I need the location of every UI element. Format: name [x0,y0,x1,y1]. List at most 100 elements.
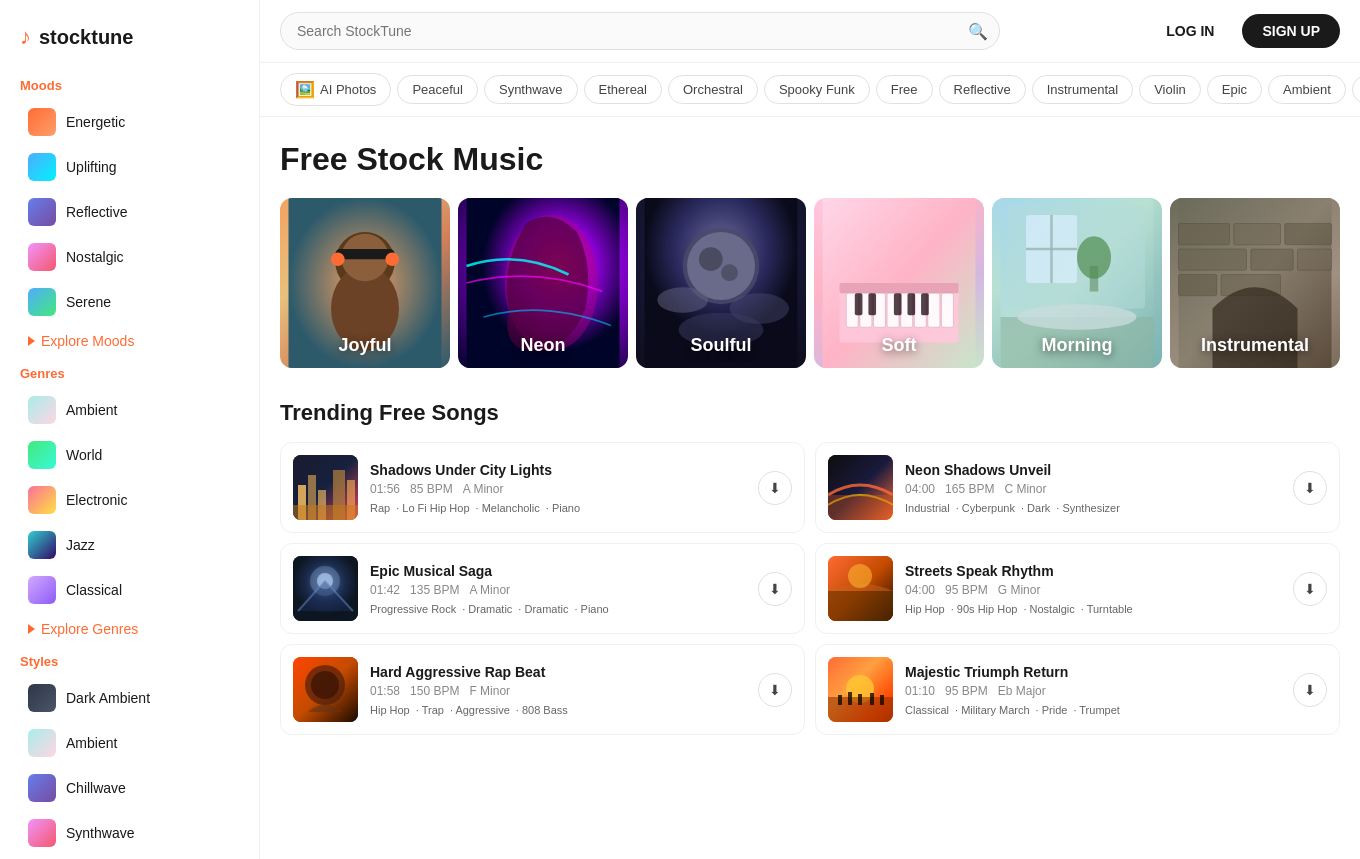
song-title: Shadows Under City Lights [370,462,746,478]
filter-tab-synthwave[interactable]: Synthwave [484,75,578,104]
sidebar-item-classical[interactable]: Classical [8,568,251,612]
svg-rect-43 [1179,224,1230,245]
song-tags: Progressive Rock · Dramatic · Dramatic ·… [370,603,746,615]
chillwave-icon [28,774,56,802]
svg-rect-49 [1179,275,1217,296]
mood-card-soulful[interactable]: Soulful [636,198,806,368]
svg-rect-57 [293,505,358,520]
svg-point-12 [699,247,723,271]
song-bpm: 95 BPM [945,583,988,597]
sidebar-item-label: Ambient [66,735,117,751]
sidebar-item-nostalgic[interactable]: Nostalgic [8,235,251,279]
song-thumb-hard-rap [293,657,358,722]
sidebar-item-label: Ambient [66,402,117,418]
download-button-shadows-city[interactable]: ⬇ [758,471,792,505]
filter-tab-violin[interactable]: Violin [1139,75,1201,104]
explore-genres-link[interactable]: Explore Genres [8,613,251,645]
serene-icon [28,288,56,316]
song-info-majestic: Majestic Triumph Return 01:10 95 BPM Eb … [905,664,1281,716]
song-tag: · Lo Fi Hip Hop [396,502,469,514]
sidebar-item-jazz[interactable]: Jazz [8,523,251,567]
mood-card-morning[interactable]: Morning [992,198,1162,368]
song-tag: Rap [370,502,390,514]
song-meta: 04:00 165 BPM C Minor [905,482,1281,496]
song-card-neon-shadows[interactable]: Neon Shadows Unveil 04:00 165 BPM C Mino… [815,442,1340,533]
svg-point-39 [1077,236,1111,279]
song-card-epic-musical[interactable]: Epic Musical Saga 01:42 135 BPM A Minor … [280,543,805,634]
filter-tab-instrumental[interactable]: Instrumental [1032,75,1134,104]
svg-point-41 [1018,304,1137,330]
sidebar: ♪ stocktune Moods Energetic Uplifting Re… [0,0,260,859]
song-tag: · Dark [1021,502,1050,514]
filter-tab-free[interactable]: Free [876,75,933,104]
song-title: Streets Speak Rhythm [905,563,1281,579]
download-button-streets-rhythm[interactable]: ⬇ [1293,572,1327,606]
svg-rect-27 [942,293,954,327]
synthwave-icon [28,819,56,847]
song-thumb-streets-rhythm [828,556,893,621]
filter-tab-ethereal[interactable]: Ethereal [584,75,662,104]
song-tag: · Pride [1036,704,1068,716]
sidebar-item-electronic[interactable]: Electronic [8,478,251,522]
filter-tab-peaceful[interactable]: Peaceful [397,75,478,104]
filter-tab-ambient[interactable]: Ambient [1268,75,1346,104]
song-bpm: 95 BPM [945,684,988,698]
sidebar-item-serene[interactable]: Serene [8,280,251,324]
search-input[interactable] [280,12,1000,50]
download-button-neon-shadows[interactable]: ⬇ [1293,471,1327,505]
mood-card-neon[interactable]: Neon [458,198,628,368]
song-bpm: 165 BPM [945,482,994,496]
song-info-neon-shadows: Neon Shadows Unveil 04:00 165 BPM C Mino… [905,462,1281,514]
mood-card-joyful[interactable]: Joyful [280,198,450,368]
sidebar-item-label: Dark Ambient [66,690,150,706]
svg-rect-75 [870,693,874,705]
song-info-epic-musical: Epic Musical Saga 01:42 135 BPM A Minor … [370,563,746,615]
song-tags: Classical · Military March · Pride · Tru… [905,704,1281,716]
sidebar-item-world[interactable]: World [8,433,251,477]
sidebar-item-ambient[interactable]: Ambient [8,388,251,432]
mood-card-soft[interactable]: Soft [814,198,984,368]
filter-tab-spooky-funk[interactable]: Spooky Funk [764,75,870,104]
ai-photos-emoji: 🖼️ [295,80,315,99]
filter-tab-epic[interactable]: Epic [1207,75,1262,104]
song-thumb-majestic [828,657,893,722]
download-button-epic-musical[interactable]: ⬇ [758,572,792,606]
filter-tab-chillwave[interactable]: Chillwave [1352,75,1360,104]
sidebar-item-ambient-style[interactable]: Ambient [8,721,251,765]
filter-tab-reflective[interactable]: Reflective [939,75,1026,104]
login-button[interactable]: LOG IN [1150,15,1230,47]
song-card-streets-rhythm[interactable]: Streets Speak Rhythm 04:00 95 BPM G Mino… [815,543,1340,634]
jazz-icon [28,531,56,559]
song-title: Epic Musical Saga [370,563,746,579]
download-button-majestic[interactable]: ⬇ [1293,673,1327,707]
sidebar-item-label: Reflective [66,204,127,220]
logo[interactable]: ♪ stocktune [0,16,259,70]
song-card-shadows-city[interactable]: Shadows Under City Lights 01:56 85 BPM A… [280,442,805,533]
svg-rect-48 [1298,249,1332,270]
song-card-majestic[interactable]: Majestic Triumph Return 01:10 95 BPM Eb … [815,644,1340,735]
header-actions: LOG IN SIGN UP [1150,14,1340,48]
song-key: G Minor [998,583,1041,597]
svg-rect-29 [868,293,876,315]
song-key: A Minor [463,482,504,496]
song-tag: · Military March [955,704,1030,716]
download-button-hard-rap[interactable]: ⬇ [758,673,792,707]
sidebar-item-synthwave[interactable]: Synthwave [8,811,251,855]
sidebar-item-chillwave[interactable]: Chillwave [8,766,251,810]
filter-tab-orchestral[interactable]: Orchestral [668,75,758,104]
filter-tab-ai-photos[interactable]: 🖼️ AI Photos [280,73,391,106]
explore-moods-link[interactable]: Explore Moods [8,325,251,357]
sidebar-item-energetic[interactable]: Energetic [8,100,251,144]
sidebar-item-dark-ambient[interactable]: Dark Ambient [8,676,251,720]
signup-button[interactable]: SIGN UP [1242,14,1340,48]
mood-card-instrumental[interactable]: Instrumental [1170,198,1340,368]
song-tag: · Synthesizer [1056,502,1120,514]
sidebar-item-reflective[interactable]: Reflective [8,190,251,234]
song-tag: · Trumpet [1073,704,1119,716]
sidebar-item-uplifting[interactable]: Uplifting [8,145,251,189]
svg-rect-44 [1234,224,1281,245]
song-tag: Industrial [905,502,950,514]
sidebar-item-label: World [66,447,102,463]
dark-ambient-icon [28,684,56,712]
song-card-hard-rap[interactable]: Hard Aggressive Rap Beat 01:58 150 BPM F… [280,644,805,735]
